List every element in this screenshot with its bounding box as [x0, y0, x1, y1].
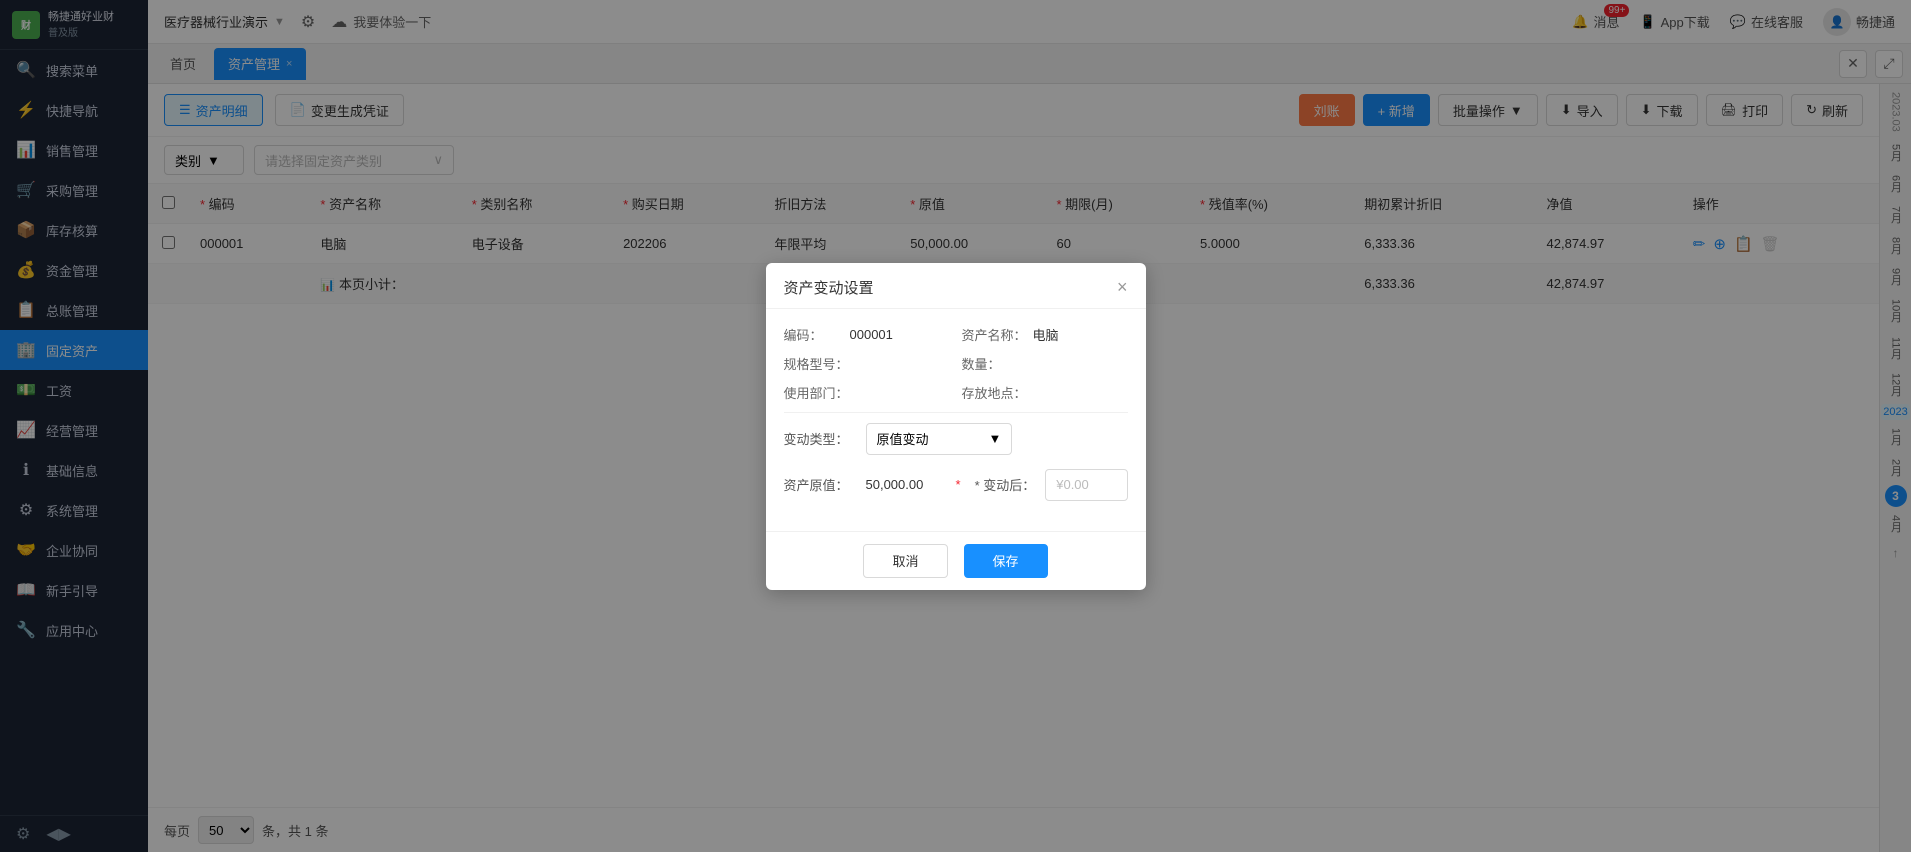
dialog-body: 编码： 000001 资产名称： 电脑 规格型号： 数量： [766, 309, 1146, 531]
asset-change-dialog: 资产变动设置 × 编码： 000001 资产名称： 电脑 规格型号： [766, 263, 1146, 590]
after-placeholder: ¥0.00 [1056, 477, 1089, 492]
change-type-value: 原值变动 [877, 429, 929, 448]
dialog-location-field: 存放地点： [962, 383, 1128, 402]
dialog-row-2: 规格型号： 数量： [784, 354, 1128, 373]
dialog-quantity-field: 数量： [962, 354, 1128, 373]
dialog-value-row: 资产原值： 50,000.00 * * 变动后： ¥0.00 [784, 469, 1128, 501]
asset-name-label: 资产名称： [962, 325, 1027, 344]
dialog-spec-field: 规格型号： [784, 354, 950, 373]
original-value-display: 50,000.00 [866, 477, 946, 492]
dialog-row-1: 编码： 000001 资产名称： 电脑 [784, 325, 1128, 344]
quantity-label: 数量： [962, 354, 1022, 373]
spec-label: 规格型号： [784, 354, 849, 373]
required-star: * [956, 477, 961, 492]
dialog-title: 资产变动设置 [784, 277, 874, 298]
dialog-code-field: 编码： 000001 [784, 325, 950, 344]
dialog-name-field: 资产名称： 电脑 [962, 325, 1128, 344]
after-value-input[interactable]: ¥0.00 [1045, 469, 1127, 501]
dialog-dept-field: 使用部门： [784, 383, 950, 402]
code-label: 编码： [784, 325, 844, 344]
dialog-footer: 取消 保存 [766, 531, 1146, 590]
original-value-label: 资产原值： [784, 475, 856, 494]
asset-name-value: 电脑 [1033, 325, 1059, 344]
save-button[interactable]: 保存 [964, 544, 1048, 578]
cancel-button[interactable]: 取消 [863, 544, 947, 578]
dialog-header: 资产变动设置 × [766, 263, 1146, 309]
change-type-select[interactable]: 原值变动 ▼ [866, 423, 1013, 455]
modal-overlay[interactable]: 资产变动设置 × 编码： 000001 资产名称： 电脑 规格型号： [0, 0, 1911, 852]
dialog-row-3: 使用部门： 存放地点： [784, 383, 1128, 402]
dialog-close-btn[interactable]: × [1117, 278, 1128, 296]
change-type-arrow-icon: ▼ [989, 431, 1002, 446]
dialog-divider [784, 412, 1128, 413]
dept-label: 使用部门： [784, 383, 849, 402]
after-label: * 变动后： [975, 475, 1036, 494]
change-type-label: 变动类型： [784, 429, 856, 448]
code-value: 000001 [850, 327, 893, 342]
dialog-change-type-row: 变动类型： 原值变动 ▼ [784, 423, 1128, 455]
location-label: 存放地点： [962, 383, 1027, 402]
